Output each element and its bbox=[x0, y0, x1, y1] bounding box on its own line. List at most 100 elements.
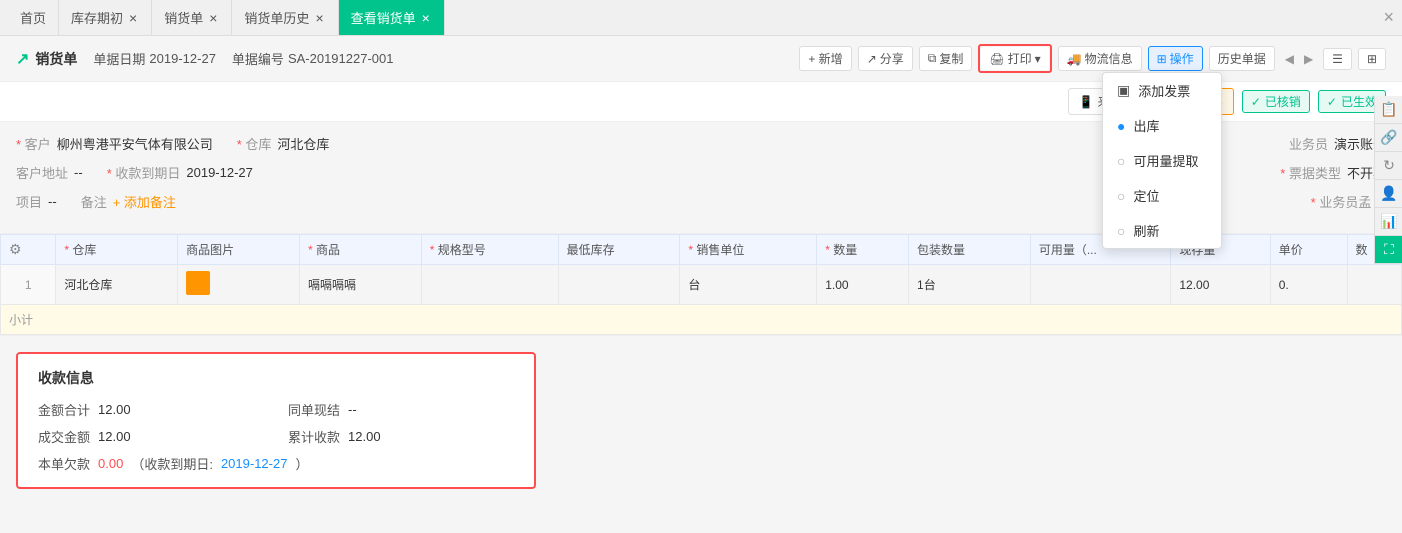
tab-view-sales[interactable]: 查看销货单 × bbox=[339, 0, 445, 35]
operations-dropdown: ▣ 添加发票 ● 出库 ○ 可用量提取 ○ 定位 ○ 刷新 bbox=[1102, 72, 1222, 249]
tab-inventory-init-close[interactable]: × bbox=[127, 9, 139, 27]
history-button[interactable]: 历史单据 bbox=[1209, 46, 1275, 71]
row-unit: 台 bbox=[680, 265, 817, 305]
col-settings: ⚙ bbox=[1, 235, 56, 265]
products-table: ⚙ 仓库 商品图片 商品 规格型号 最低库存 销售单位 数量 包装数量 可用量（… bbox=[0, 234, 1402, 335]
doc-title: ↗ 销货单 bbox=[16, 49, 77, 69]
view-toggle-list[interactable]: ☰ bbox=[1323, 48, 1352, 70]
outbound-icon: ● bbox=[1117, 118, 1125, 134]
add-note-button[interactable]: + 添加备注 bbox=[113, 192, 176, 211]
customer-label: 客户 bbox=[16, 134, 51, 153]
operations-button[interactable]: ⊞ 操作 bbox=[1148, 46, 1203, 71]
col-package-qty: 包装数量 bbox=[909, 235, 1031, 265]
doc-date-label: 单据日期 bbox=[93, 49, 145, 68]
doc-actions: + 新增 ↗ 分享 ⧉ 复制 🖨 打印 ▾ 🚚 物流信息 ⊞ bbox=[799, 44, 1386, 73]
view-toggle-grid[interactable]: ⊞ bbox=[1358, 48, 1386, 70]
ticket-type-field: 票据类型 不开票 bbox=[1280, 163, 1386, 182]
doc-date-value: 2019-12-27 bbox=[149, 51, 216, 66]
payment-date-label: 收款到期日 bbox=[107, 163, 181, 182]
table-row: 1 河北仓库 嗝嗝嗝嗝 台 1.00 1台 12.00 0. bbox=[1, 265, 1402, 305]
tab-sales-history[interactable]: 销货单历史 × bbox=[232, 0, 338, 35]
logistics-button[interactable]: 🚚 物流信息 bbox=[1058, 46, 1142, 71]
address-field: 客户地址 -- bbox=[16, 163, 83, 182]
deal-amount-value: 12.00 bbox=[98, 429, 131, 444]
tab-bar: 首页 库存期初 × 销货单 × 销货单历史 × 查看销货单 × × bbox=[0, 0, 1402, 36]
dropdown-available-qty[interactable]: ○ 可用量提取 bbox=[1103, 143, 1221, 178]
amount-row: 金额合计 12.00 bbox=[38, 400, 264, 419]
check-icon: ✓ bbox=[1251, 95, 1261, 109]
tab-inventory-init[interactable]: 库存期初 × bbox=[59, 0, 152, 35]
print-highlight-box: 🖨 打印 ▾ bbox=[978, 44, 1051, 73]
products-table-container: ⚙ 仓库 商品图片 商品 规格型号 最低库存 销售单位 数量 包装数量 可用量（… bbox=[0, 234, 1402, 336]
project-field: 项目 -- bbox=[16, 192, 57, 211]
right-btn-5[interactable]: 📊 bbox=[1375, 208, 1402, 236]
row-qty: 1.00 bbox=[817, 265, 909, 305]
product-image bbox=[186, 271, 210, 295]
tab-sales-order[interactable]: 销货单 × bbox=[152, 0, 232, 35]
sales-emp-label: 业务员孟 bbox=[1311, 192, 1372, 211]
tab-sales-order-close[interactable]: × bbox=[207, 9, 219, 27]
row-product: 嗝嗝嗝嗝 bbox=[299, 265, 421, 305]
payment-date-field: 收款到期日 2019-12-27 bbox=[107, 163, 253, 182]
tab-sales-history-close[interactable]: × bbox=[313, 9, 325, 27]
amount-value: 12.00 bbox=[98, 402, 131, 417]
row-price: 0. bbox=[1270, 265, 1347, 305]
bottom-section: 收款信息 金额合计 12.00 同单现结 -- 成交金额 12.00 累计收款 … bbox=[0, 336, 1402, 505]
prev-arrow[interactable]: ◀ bbox=[1281, 50, 1298, 68]
payment-info-box: 收款信息 金额合计 12.00 同单现结 -- 成交金额 12.00 累计收款 … bbox=[16, 352, 536, 489]
row-warehouse: 河北仓库 bbox=[56, 265, 178, 305]
print-icon: 🖨 bbox=[989, 52, 1004, 66]
right-toolbar: 📋 🔗 ↻ 👤 📊 ⛶ bbox=[1374, 96, 1402, 264]
row-image bbox=[178, 265, 300, 305]
copy-button[interactable]: ⧉ 复制 bbox=[919, 46, 973, 71]
next-arrow[interactable]: ▶ bbox=[1300, 50, 1317, 68]
payment-info-title: 收款信息 bbox=[38, 368, 514, 388]
dropdown-outbound[interactable]: ● 出库 bbox=[1103, 108, 1221, 143]
add-invoice-icon: ▣ bbox=[1117, 82, 1130, 99]
note-field: 备注 + 添加备注 bbox=[81, 192, 176, 211]
dropdown-refresh[interactable]: ○ 刷新 bbox=[1103, 213, 1221, 248]
print-button[interactable]: 🖨 打印 ▾ bbox=[981, 47, 1048, 70]
right-btn-6[interactable]: ⛶ bbox=[1375, 236, 1402, 264]
print-dropdown-icon: ▾ bbox=[1035, 52, 1041, 66]
accumulated-value: 12.00 bbox=[348, 429, 381, 444]
row-min-stock bbox=[558, 265, 680, 305]
dropdown-add-invoice[interactable]: ▣ 添加发票 bbox=[1103, 73, 1221, 108]
deal-amount-label: 成交金额 bbox=[38, 427, 90, 446]
col-warehouse: 仓库 bbox=[56, 235, 178, 265]
available-qty-icon: ○ bbox=[1117, 153, 1125, 169]
new-button[interactable]: + 新增 bbox=[799, 46, 851, 71]
right-btn-1[interactable]: 📋 bbox=[1375, 96, 1402, 124]
note-label: 备注 bbox=[81, 192, 107, 211]
same-order-value: -- bbox=[348, 402, 357, 417]
locate-icon: ○ bbox=[1117, 188, 1125, 204]
accumulated-row: 累计收款 12.00 bbox=[288, 427, 514, 446]
warehouse-label: 仓库 bbox=[237, 134, 272, 153]
row-package-qty: 1台 bbox=[909, 265, 1031, 305]
payment-date-value: 2019-12-27 bbox=[186, 165, 253, 180]
same-order-row: 同单现结 -- bbox=[288, 400, 514, 419]
right-btn-4[interactable]: 👤 bbox=[1375, 180, 1402, 208]
refresh-icon: ○ bbox=[1117, 223, 1125, 239]
logistics-icon: 🚚 bbox=[1067, 52, 1082, 66]
effective-check-icon: ✓ bbox=[1327, 95, 1337, 109]
tab-view-sales-close[interactable]: × bbox=[420, 9, 432, 27]
copy-icon: ⧉ bbox=[928, 51, 937, 66]
warehouse-field: 仓库 河北仓库 bbox=[237, 134, 330, 153]
arrears-row: 本单欠款 0.00 （收款到期日: 2019-12-27 ） bbox=[38, 454, 514, 473]
phone-icon: 📱 bbox=[1079, 95, 1094, 109]
row-num: 1 bbox=[1, 265, 56, 305]
settings-icon[interactable]: ⚙ bbox=[9, 241, 22, 257]
verified-btn[interactable]: ✓ 已核销 bbox=[1242, 90, 1310, 113]
share-button[interactable]: ↗ 分享 bbox=[858, 46, 913, 71]
right-btn-3[interactable]: ↻ bbox=[1375, 152, 1402, 180]
window-close-button[interactable]: × bbox=[1383, 7, 1394, 28]
dropdown-locate[interactable]: ○ 定位 bbox=[1103, 178, 1221, 213]
tab-home[interactable]: 首页 bbox=[8, 0, 59, 35]
doc-date-field: 单据日期 2019-12-27 bbox=[93, 49, 216, 68]
col-qty: 数量 bbox=[817, 235, 909, 265]
payment-info-grid: 金额合计 12.00 同单现结 -- 成交金额 12.00 累计收款 12.00 bbox=[38, 400, 514, 473]
right-btn-2[interactable]: 🔗 bbox=[1375, 124, 1402, 152]
col-product: 商品 bbox=[299, 235, 421, 265]
row-spec bbox=[421, 265, 558, 305]
